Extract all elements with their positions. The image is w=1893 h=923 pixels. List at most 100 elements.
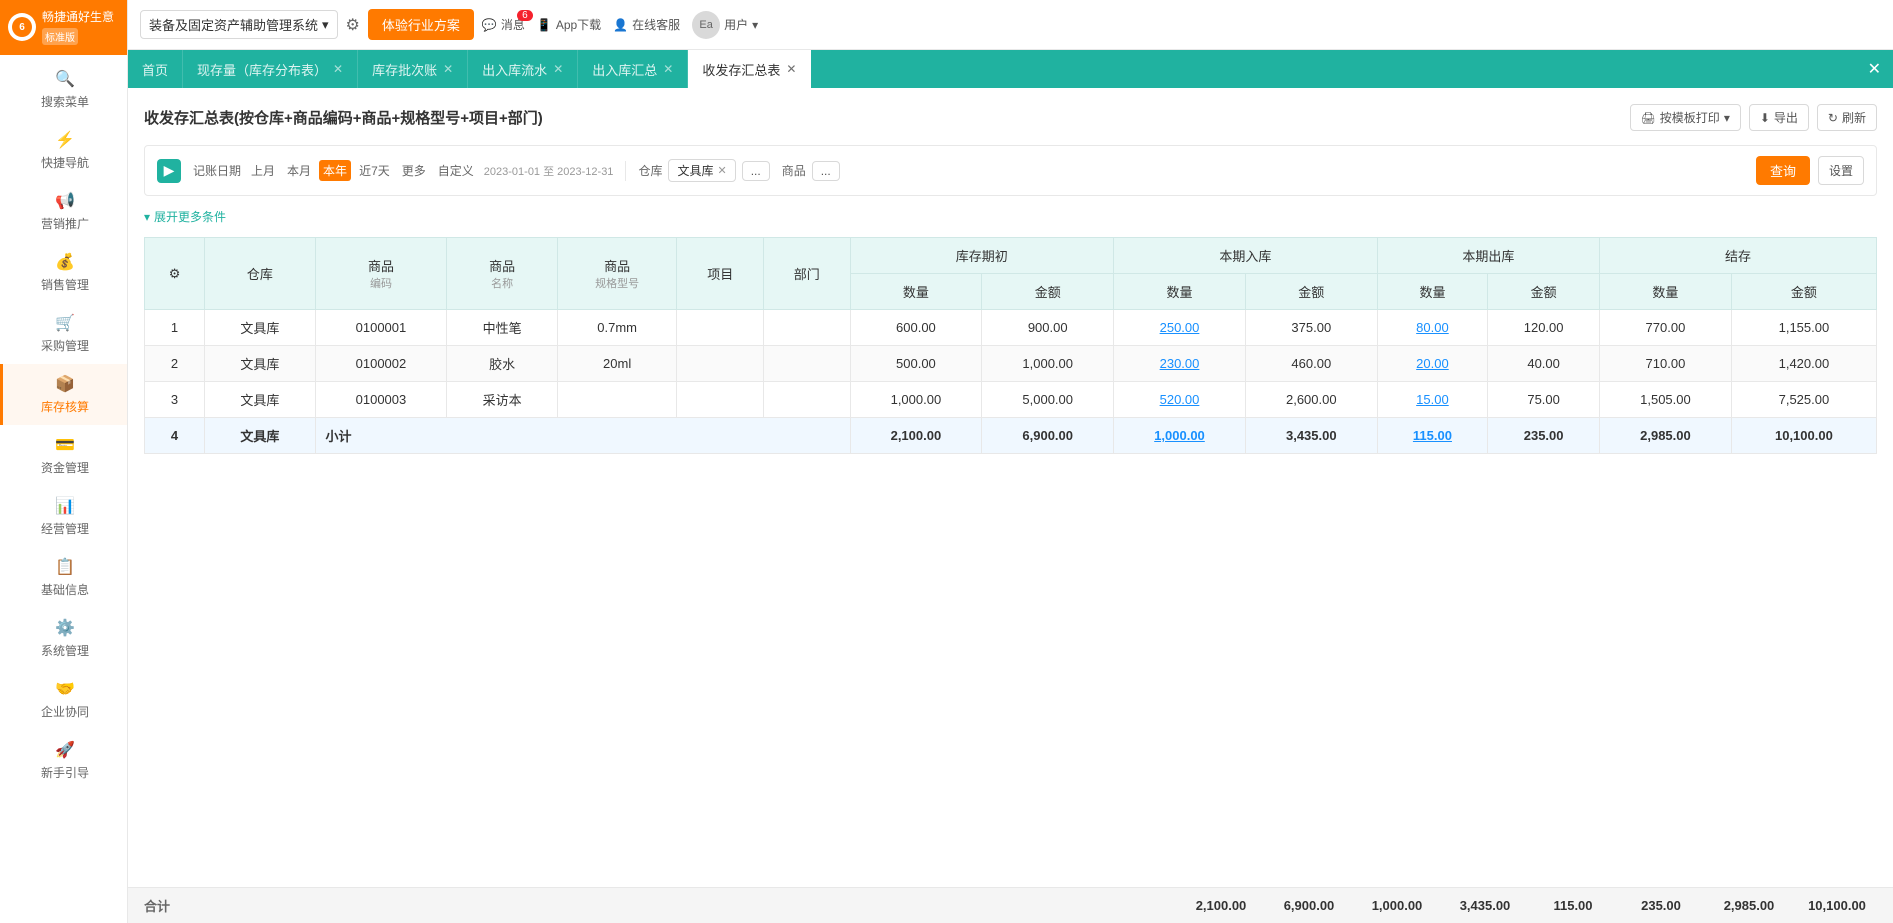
cell-out-qty-2[interactable]: 20.00 xyxy=(1377,346,1488,382)
sidebar-label-operation: 经营管理 xyxy=(41,520,89,537)
sidebar-label-coop: 企业协同 xyxy=(41,703,89,720)
cell-warehouse-3: 文具库 xyxy=(205,382,315,418)
sidebar-item-system[interactable]: ⚙️ 系统管理 xyxy=(0,608,127,669)
cell-balance-amt-1: 1,155.00 xyxy=(1731,310,1876,346)
th-in-qty: 数量 xyxy=(1114,274,1246,310)
export-button[interactable]: ⬇ 导出 xyxy=(1749,104,1809,131)
goods-more-button[interactable]: ... xyxy=(812,161,840,181)
tab-inout-flow-close[interactable]: ✕ xyxy=(553,63,563,75)
sidebar-item-sales[interactable]: 💰 销售管理 xyxy=(0,242,127,303)
query-button[interactable]: 查询 xyxy=(1756,156,1810,185)
cell-opening-amt-3: 5,000.00 xyxy=(982,382,1114,418)
cell-opening-qty-1: 600.00 xyxy=(850,310,982,346)
cell-in-qty-3[interactable]: 520.00 xyxy=(1114,382,1246,418)
tab-stock-dist[interactable]: 现存量（库存分布表） ✕ xyxy=(183,50,358,88)
settings-gear-icon[interactable]: ⚙ xyxy=(346,15,360,35)
warehouse-tag[interactable]: 文具库 ✕ xyxy=(668,159,735,182)
sidebar-item-basic[interactable]: 📋 基础信息 xyxy=(0,547,127,608)
sidebar-label-quick: 快捷导航 xyxy=(41,154,89,171)
cell-out-amt-1: 120.00 xyxy=(1488,310,1600,346)
print-button[interactable]: 🖨 按模板打印 ▾ xyxy=(1630,104,1741,131)
sidebar-label-purchase: 采购管理 xyxy=(41,337,89,354)
system-name: 装备及固定资产辅助管理系统 xyxy=(149,15,318,34)
cell-warehouse-1: 文具库 xyxy=(205,310,315,346)
cell-dept-3 xyxy=(763,382,850,418)
subtotal-no: 4 xyxy=(145,418,205,454)
sidebar-item-finance[interactable]: 💳 资金管理 xyxy=(0,425,127,486)
refresh-icon: ↻ xyxy=(1828,111,1838,125)
tab-receive-send[interactable]: 收发存汇总表 ✕ xyxy=(688,50,811,88)
date-filter-group: 记账日期 上月 本月 本年 近7天 更多 自定义 2023-01-01 至 20… xyxy=(193,160,613,181)
cell-in-qty-2[interactable]: 230.00 xyxy=(1114,346,1246,382)
sidebar-label-finance: 资金管理 xyxy=(41,459,89,476)
app-version: 标准版 xyxy=(42,28,78,45)
date-btn-last-month[interactable]: 上月 xyxy=(247,160,279,181)
messages-button[interactable]: 💬 6 消息 xyxy=(482,16,525,33)
goods-label: 商品 xyxy=(782,162,806,179)
subtotal-out-amt: 235.00 xyxy=(1488,418,1600,454)
system-selector[interactable]: 装备及固定资产辅助管理系统 ▾ xyxy=(140,10,338,39)
sidebar-item-marketing[interactable]: 📢 营销推广 xyxy=(0,181,127,242)
filter-toggle-button[interactable]: ▶ xyxy=(157,159,181,183)
system-icon: ⚙️ xyxy=(55,618,75,638)
cell-in-qty-1[interactable]: 250.00 xyxy=(1114,310,1246,346)
cell-out-qty-3[interactable]: 15.00 xyxy=(1377,382,1488,418)
subtotal-in-qty[interactable]: 1,000.00 xyxy=(1114,418,1246,454)
tabbar-close-all[interactable]: ✕ xyxy=(1856,59,1893,79)
tab-home[interactable]: 首页 xyxy=(128,50,183,88)
warehouse-more-button[interactable]: ... xyxy=(742,161,770,181)
table-row: 1 文具库 0100001 中性笔 0.7mm 600.00 900.00 25… xyxy=(145,310,1877,346)
avatar: Ea xyxy=(692,11,720,39)
tab-inout-summary-close[interactable]: ✕ xyxy=(663,63,673,75)
tab-batch[interactable]: 库存批次账 ✕ xyxy=(358,50,468,88)
tabbar: 首页 现存量（库存分布表） ✕ 库存批次账 ✕ 出入库流水 ✕ 出入库汇总 ✕ … xyxy=(128,50,1893,88)
table-row: 3 文具库 0100003 采访本 1,000.00 5,000.00 520.… xyxy=(145,382,1877,418)
date-btn-7days[interactable]: 近7天 xyxy=(355,160,394,181)
th-warehouse: 仓库 xyxy=(205,238,315,310)
cell-out-qty-1[interactable]: 80.00 xyxy=(1377,310,1488,346)
tab-inout-summary[interactable]: 出入库汇总 ✕ xyxy=(578,50,688,88)
cell-opening-qty-3: 1,000.00 xyxy=(850,382,982,418)
sidebar-item-newbie[interactable]: 🚀 新手引导 xyxy=(0,730,127,791)
sidebar-item-search[interactable]: 🔍 搜索菜单 xyxy=(0,59,127,120)
date-btn-this-year[interactable]: 本年 xyxy=(319,160,351,181)
cell-opening-amt-2: 1,000.00 xyxy=(982,346,1114,382)
app-download-button[interactable]: 📱 App下载 xyxy=(537,16,601,33)
sidebar-item-quick[interactable]: ⚡ 快捷导航 xyxy=(0,120,127,181)
try-industry-button[interactable]: 体验行业方案 xyxy=(368,9,474,40)
date-btn-more[interactable]: 更多 xyxy=(398,160,430,181)
sidebar-nav: 🔍 搜索菜单 ⚡ 快捷导航 📢 营销推广 💰 销售管理 🛒 采购管理 📦 库存核… xyxy=(0,55,127,923)
date-btn-custom[interactable]: 自定义 xyxy=(434,160,478,181)
goods-filter-group: 商品 ... xyxy=(782,161,840,181)
tab-batch-close[interactable]: ✕ xyxy=(443,63,453,75)
tab-receive-send-close[interactable]: ✕ xyxy=(786,63,796,75)
sidebar-item-coop[interactable]: 🤝 企业协同 xyxy=(0,669,127,730)
marketing-icon: 📢 xyxy=(55,191,75,211)
online-service-button[interactable]: 👤 在线客服 xyxy=(613,16,680,33)
footer-opening-qty: 2,100.00 xyxy=(1181,898,1261,913)
sidebar-item-operation[interactable]: 📊 经营管理 xyxy=(0,486,127,547)
footer-out-qty: 115.00 xyxy=(1533,898,1613,913)
cell-spec-3 xyxy=(557,382,677,418)
topbar-right: 💬 6 消息 📱 App下载 👤 在线客服 Ea 用户 ▾ xyxy=(482,11,758,39)
sidebar-label-search: 搜索菜单 xyxy=(41,93,89,110)
expand-conditions-button[interactable]: ▾ 展开更多条件 xyxy=(144,208,226,225)
sidebar-item-inventory[interactable]: 📦 库存核算 xyxy=(0,364,127,425)
sidebar: 6 畅捷通好生意 标准版 🔍 搜索菜单 ⚡ 快捷导航 📢 营销推广 💰 销售管理… xyxy=(0,0,128,923)
tab-inout-flow[interactable]: 出入库流水 ✕ xyxy=(468,50,578,88)
settings-button[interactable]: 设置 xyxy=(1818,156,1864,185)
sidebar-label-newbie: 新手引导 xyxy=(41,764,89,781)
sidebar-item-purchase[interactable]: 🛒 采购管理 xyxy=(0,303,127,364)
date-shortcuts: 上月 本月 本年 近7天 更多 自定义 xyxy=(247,160,478,181)
cell-in-amt-2: 460.00 xyxy=(1245,346,1377,382)
subtotal-out-qty[interactable]: 115.00 xyxy=(1377,418,1488,454)
th-settings[interactable]: ⚙ xyxy=(145,238,205,310)
date-btn-this-month[interactable]: 本月 xyxy=(283,160,315,181)
refresh-button[interactable]: ↻ 刷新 xyxy=(1817,104,1877,131)
tab-home-label: 首页 xyxy=(142,60,168,79)
cell-balance-qty-3: 1,505.00 xyxy=(1600,382,1732,418)
tab-stock-dist-close[interactable]: ✕ xyxy=(333,63,343,75)
warehouse-tag-close[interactable]: ✕ xyxy=(717,164,726,177)
user-menu[interactable]: Ea 用户 ▾ xyxy=(692,11,758,39)
newbie-icon: 🚀 xyxy=(55,740,75,760)
